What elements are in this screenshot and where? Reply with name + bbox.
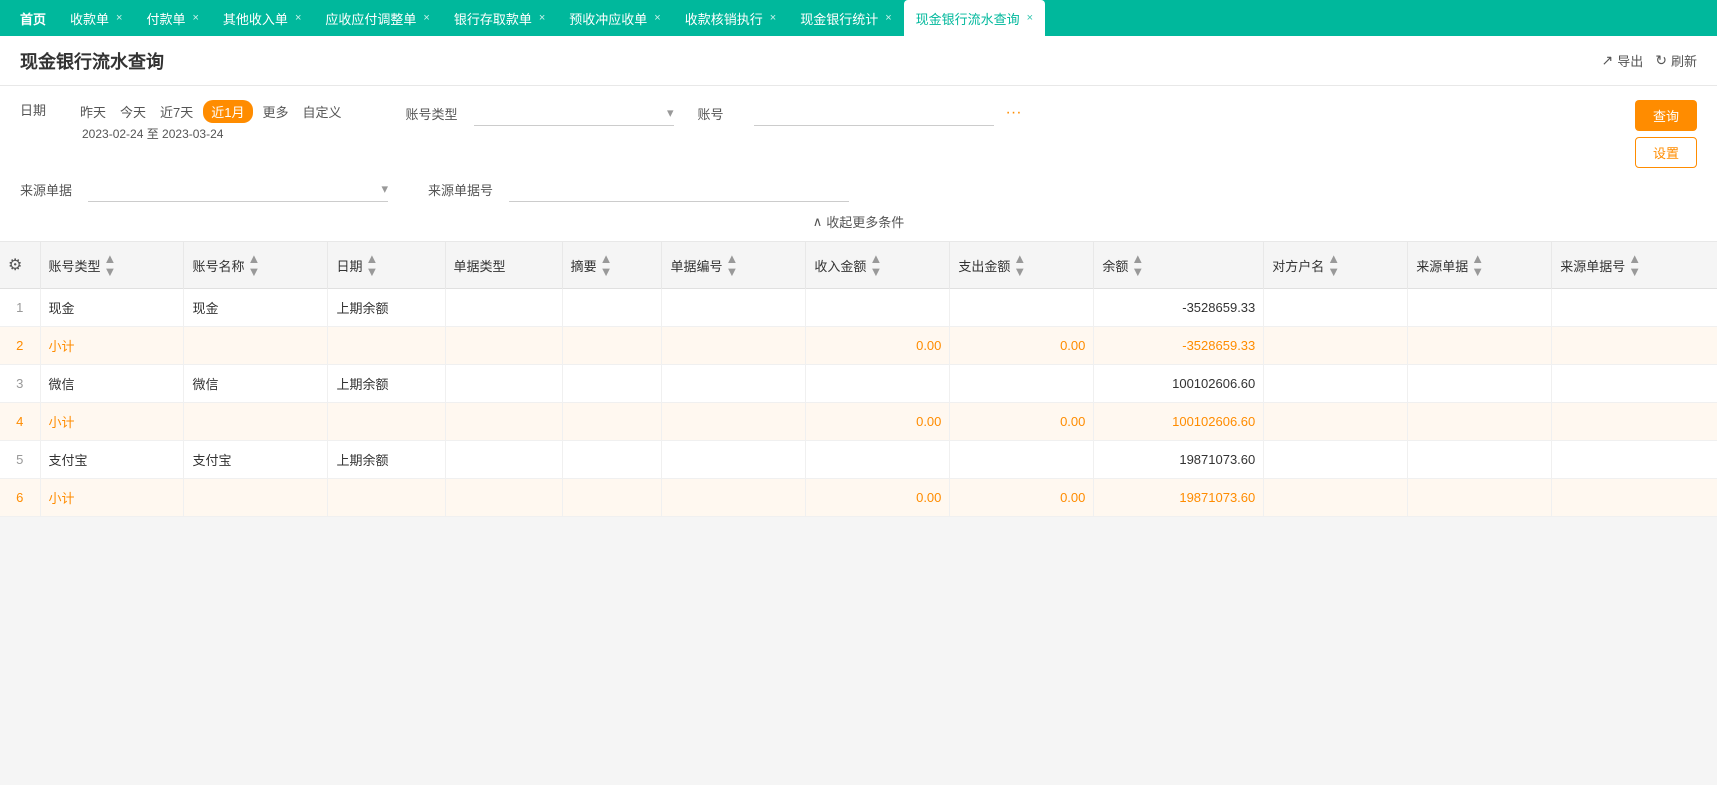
col-income: 收入金额 ▲▼ <box>806 242 950 289</box>
nav-tab-现金银行统计[interactable]: 现金银行统计× <box>788 0 903 36</box>
source-doc-filter: 来源单据 ▾ <box>20 176 388 202</box>
account-dots-button[interactable]: ··· <box>1006 104 1022 122</box>
tab-close-icon[interactable]: × <box>295 12 301 24</box>
col-expense: 支出金额 ▲▼ <box>950 242 1094 289</box>
tab-close-icon[interactable]: × <box>1027 12 1033 24</box>
col-account-type: 账号类型 ▲▼ <box>40 242 184 289</box>
account-type-sort[interactable]: 账号类型 ▲▼ <box>49 252 176 278</box>
income-sort[interactable]: 收入金额 ▲▼ <box>814 252 941 278</box>
nav-tab-收款核销执行[interactable]: 收款核销执行× <box>673 0 788 36</box>
collapse-button[interactable]: ∧ 收起更多条件 <box>813 212 905 231</box>
account-type-filter: 账号类型 ▾ <box>406 100 674 126</box>
header-actions: ↗ 导出 ↻ 刷新 <box>1602 51 1698 70</box>
account-type-select[interactable]: ▾ <box>474 100 674 126</box>
date-option-今天[interactable]: 今天 <box>116 100 150 123</box>
page-header: 现金银行流水查询 ↗ 导出 ↻ 刷新 <box>0 36 1717 86</box>
tab-close-icon[interactable]: × <box>539 12 545 24</box>
collapse-up-icon: ∧ <box>813 214 823 230</box>
account-label: 账号 <box>698 104 738 123</box>
nav-tab-预收冲应收单[interactable]: 预收冲应收单× <box>557 0 672 36</box>
tab-close-icon[interactable]: × <box>770 12 776 24</box>
date-options-group: 昨天今天近7天近1月更多自定义 2023-02-24 至 2023-03-24 <box>76 100 346 142</box>
tab-close-icon[interactable]: × <box>423 12 429 24</box>
source-doc-select[interactable]: ▾ <box>88 176 388 202</box>
nav-tab-现金银行流水查询[interactable]: 现金银行流水查询× <box>904 0 1045 36</box>
data-table: ⚙ 账号类型 ▲▼ 账号名称 ▲▼ 日期 <box>0 242 1717 517</box>
table-header-row: ⚙ 账号类型 ▲▼ 账号名称 ▲▼ 日期 <box>0 242 1717 289</box>
col-counterparty: 对方户名 ▲▼ <box>1264 242 1408 289</box>
source-doc-no-input[interactable] <box>509 176 849 202</box>
col-source-doc-no: 来源单据号 ▲▼ <box>1552 242 1717 289</box>
account-filter-group: 账号类型 ▾ 账号 ··· <box>406 100 1022 126</box>
col-date: 日期 ▲▼ <box>328 242 445 289</box>
export-button[interactable]: ↗ 导出 <box>1602 51 1644 70</box>
account-type-label: 账号类型 <box>406 104 458 123</box>
source-doc-sort[interactable]: 来源单据 ▲▼ <box>1416 252 1543 278</box>
action-buttons: 查询 设置 <box>1635 100 1697 168</box>
date-option-更多[interactable]: 更多 <box>259 100 293 123</box>
table-row: 3微信微信上期余额100102606.60 <box>0 365 1717 403</box>
refresh-button[interactable]: ↻ 刷新 <box>1655 51 1697 70</box>
date-sort[interactable]: 日期 ▲▼ <box>336 252 436 278</box>
filter-area: 日期 昨天今天近7天近1月更多自定义 2023-02-24 至 2023-03-… <box>0 86 1717 242</box>
tab-close-icon[interactable]: × <box>654 12 660 24</box>
source-doc-no-filter: 来源单据号 <box>428 176 849 202</box>
nav-tab-收款单[interactable]: 收款单× <box>58 0 134 36</box>
tab-close-icon[interactable]: × <box>885 12 891 24</box>
setting-button[interactable]: 设置 <box>1635 137 1697 168</box>
date-option-近7天[interactable]: 近7天 <box>156 100 197 123</box>
col-source-doc: 来源单据 ▲▼ <box>1408 242 1552 289</box>
col-gear[interactable]: ⚙ <box>0 242 40 289</box>
date-label: 日期 <box>20 100 60 119</box>
expense-sort[interactable]: 支出金额 ▲▼ <box>958 252 1085 278</box>
nav-tab-银行存取款单[interactable]: 银行存取款单× <box>442 0 557 36</box>
date-options-row: 昨天今天近7天近1月更多自定义 <box>76 100 346 123</box>
source-doc-label: 来源单据 <box>20 180 72 199</box>
table-row: 2小计0.000.00-3528659.33 <box>0 327 1717 365</box>
top-nav: 首页 收款单×付款单×其他收入单×应收应付调整单×银行存取款单×预收冲应收单×收… <box>0 0 1717 36</box>
nav-tab-应收应付调整单[interactable]: 应收应付调整单× <box>313 0 441 36</box>
refresh-icon: ↻ <box>1655 52 1667 69</box>
date-range: 2023-02-24 至 2023-03-24 <box>82 125 346 142</box>
gear-icon[interactable]: ⚙ <box>8 257 22 274</box>
account-name-sort[interactable]: 账号名称 ▲▼ <box>192 252 319 278</box>
date-option-自定义[interactable]: 自定义 <box>299 100 346 123</box>
account-filter: 账号 ··· <box>698 100 1022 126</box>
table-row: 4小计0.000.00100102606.60 <box>0 403 1717 441</box>
page-title: 现金银行流水查询 <box>20 48 164 74</box>
table-row: 5支付宝支付宝上期余额19871073.60 <box>0 441 1717 479</box>
col-balance: 余额 ▲▼ <box>1094 242 1264 289</box>
tab-close-icon[interactable]: × <box>116 12 122 24</box>
table-row: 1现金现金上期余额-3528659.33 <box>0 289 1717 327</box>
tab-close-icon[interactable]: × <box>192 12 198 24</box>
nav-tab-其他收入单[interactable]: 其他收入单× <box>211 0 313 36</box>
nav-home[interactable]: 首页 <box>8 0 58 36</box>
doc-no-sort[interactable]: 单据编号 ▲▼ <box>670 252 797 278</box>
source-doc-no-label: 来源单据号 <box>428 180 493 199</box>
col-summary: 摘要 ▲▼ <box>562 242 662 289</box>
collapse-bar: ∧ 收起更多条件 <box>20 212 1697 231</box>
col-doc-type: 单据类型 <box>445 242 562 289</box>
filter-top-row: 日期 昨天今天近7天近1月更多自定义 2023-02-24 至 2023-03-… <box>20 100 1697 168</box>
counterparty-sort[interactable]: 对方户名 ▲▼ <box>1272 252 1399 278</box>
date-option-近1月[interactable]: 近1月 <box>203 100 252 123</box>
filter-second-row: 来源单据 ▾ 来源单据号 <box>20 176 1697 202</box>
summary-sort[interactable]: 摘要 ▲▼ <box>571 252 654 278</box>
nav-tab-付款单[interactable]: 付款单× <box>134 0 210 36</box>
date-option-昨天[interactable]: 昨天 <box>76 100 110 123</box>
table-wrap: ⚙ 账号类型 ▲▼ 账号名称 ▲▼ 日期 <box>0 242 1717 517</box>
source-doc-no-sort[interactable]: 来源单据号 ▲▼ <box>1560 252 1709 278</box>
balance-sort[interactable]: 余额 ▲▼ <box>1102 252 1255 278</box>
col-doc-no: 单据编号 ▲▼ <box>662 242 806 289</box>
query-button[interactable]: 查询 <box>1635 100 1697 131</box>
date-filter-group: 日期 昨天今天近7天近1月更多自定义 2023-02-24 至 2023-03-… <box>20 100 346 142</box>
account-input[interactable] <box>754 100 994 126</box>
table-row: 6小计0.000.0019871073.60 <box>0 479 1717 517</box>
export-icon: ↗ <box>1602 52 1614 69</box>
col-account-name: 账号名称 ▲▼ <box>184 242 328 289</box>
